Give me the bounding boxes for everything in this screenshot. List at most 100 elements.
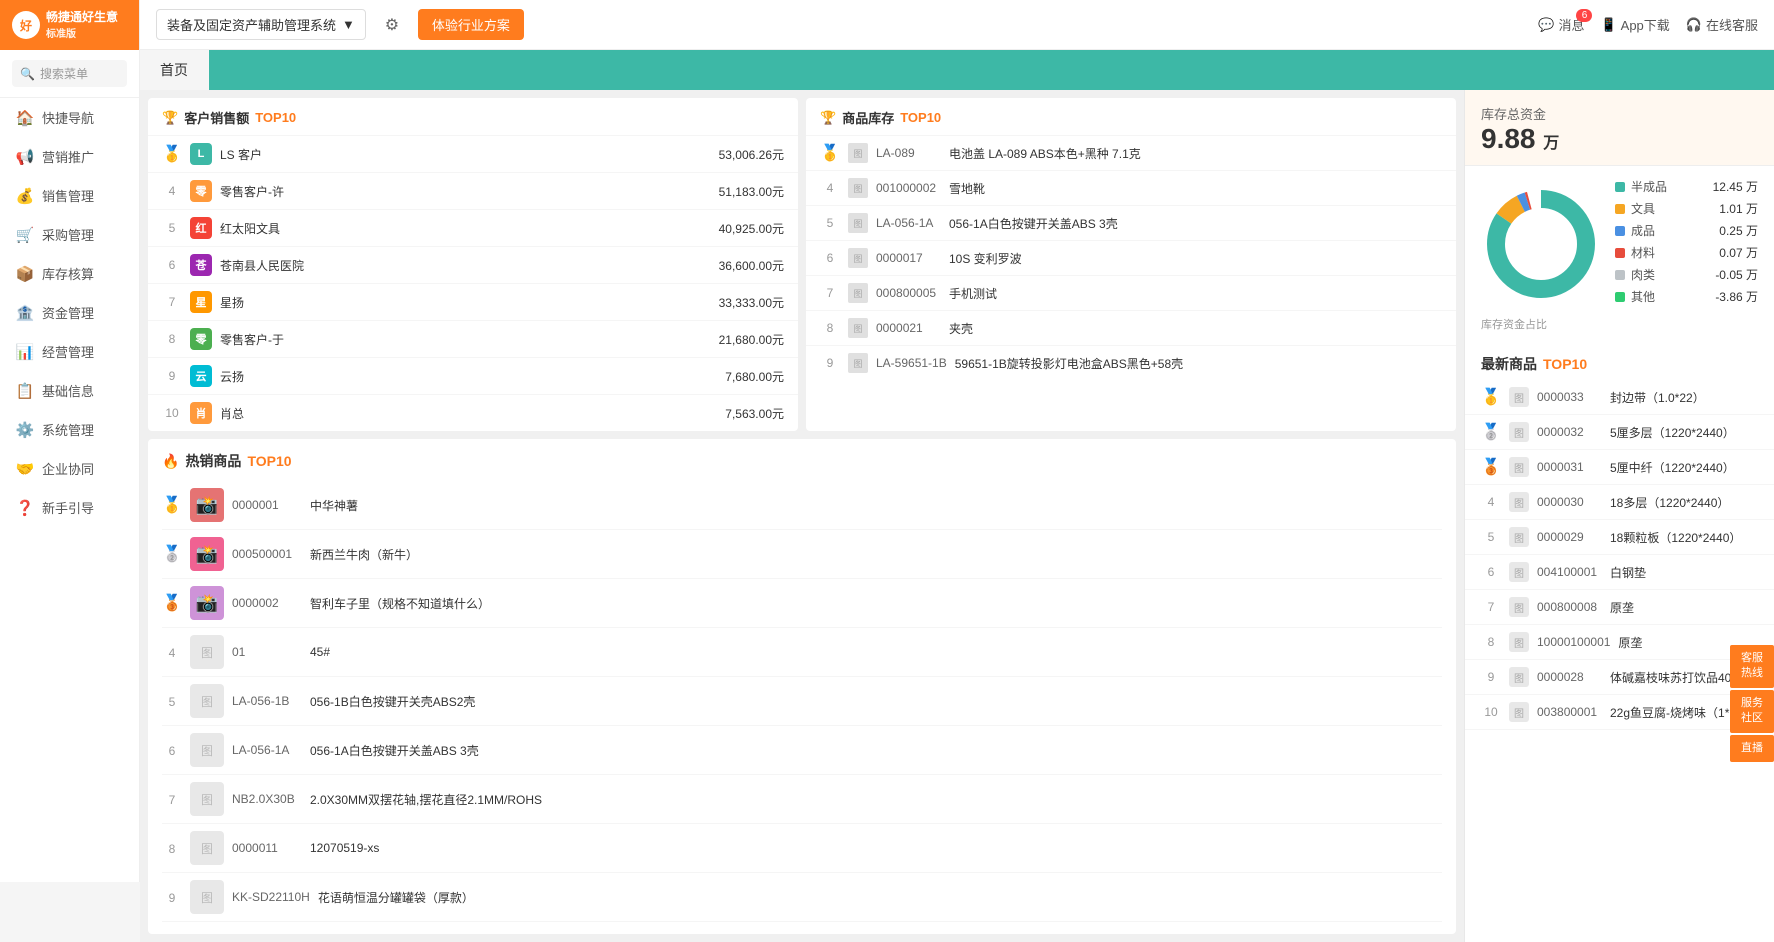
table-row: 7 星 星扬 33,333.00元 xyxy=(148,283,798,320)
inventory-amount-number: 9.88 xyxy=(1481,123,1536,154)
list-item: 🥈 📸 000500001 新西兰牛肉（新牛） xyxy=(162,530,1442,579)
customer-rows: 🥇 L LS 客户 53,006.26元 4 零 零售客户-许 51,183.0… xyxy=(148,135,798,431)
new-products-section: 最新商品 TOP10 🥇 图 0000033 封边带（1.0*22） 🥈 图 0… xyxy=(1465,344,1774,730)
table-row: 🥇 图 LA-089 电池盖 LA-089 ABS本色+黑种 7.1克 xyxy=(806,135,1456,170)
sidebar-item-finance-label: 资金管理 xyxy=(42,303,94,322)
legend-value: -3.86 万 xyxy=(1715,288,1758,305)
live-btn[interactable]: 直播 xyxy=(1730,735,1774,762)
table-row: 5 图 LA-056-1A 056-1A白色按键开关盖ABS 3壳 xyxy=(806,205,1456,240)
sidebar-search-area[interactable]: 🔍 搜索菜单 xyxy=(0,50,139,98)
sidebar-item-purchase[interactable]: 🛒 采购管理 xyxy=(0,215,139,254)
new-product-code: 10000100001 xyxy=(1537,635,1610,649)
new-product-name: 封边带（1.0*22） xyxy=(1610,389,1758,406)
new-products-label: 最新商品 xyxy=(1481,354,1537,374)
sidebar-item-guide[interactable]: ❓ 新手引导 xyxy=(0,488,139,527)
legend-name: 其他 xyxy=(1631,288,1709,305)
message-icon: 💬 xyxy=(1538,17,1554,33)
new-products-title: 最新商品 TOP10 xyxy=(1465,344,1774,380)
search-menu-btn[interactable]: 🔍 搜索菜单 xyxy=(12,60,127,87)
legend-color xyxy=(1615,182,1625,192)
new-product-name: 5厘多层（1220*2440） xyxy=(1610,424,1758,441)
product-img-placeholder: 图 xyxy=(848,353,868,373)
list-item: 8 图 0000011 12070519-xs xyxy=(162,824,1442,873)
rank-indicator: 5 xyxy=(162,694,182,709)
customer-value: 21,680.00元 xyxy=(719,331,784,348)
legend-item: 半成品 12.45 万 xyxy=(1615,178,1758,195)
legend-color xyxy=(1615,204,1625,214)
product-img-placeholder: 图 xyxy=(848,248,868,268)
new-product-code: 0000031 xyxy=(1537,460,1602,474)
app-download-button[interactable]: 📱 App下载 xyxy=(1600,15,1669,34)
online-service-button[interactable]: 🎧 在线客服 xyxy=(1686,15,1758,34)
hot-products-title: 🔥 热销商品 TOP10 xyxy=(162,451,1442,471)
finance-icon: 🏦 xyxy=(16,304,34,322)
customer-top10-title: 🏆 客户销售额 TOP10 xyxy=(148,98,798,135)
list-item: 9 图 0000028 体碱嘉枝味苏打饮品400毫升（1*15） xyxy=(1465,660,1774,695)
customer-value: 36,600.00元 xyxy=(719,257,784,274)
legend-item: 文具 1.01 万 xyxy=(1615,200,1758,217)
product-name: 新西兰牛肉（新牛） xyxy=(310,546,1442,563)
service-community-btn[interactable]: 服务社区 xyxy=(1730,690,1774,733)
sidebar-item-quick-nav[interactable]: 🏠 快捷导航 xyxy=(0,98,139,137)
messages-button[interactable]: 💬 消息 6 xyxy=(1538,15,1584,34)
legend-name: 肉类 xyxy=(1631,266,1709,283)
header-actions: 💬 消息 6 📱 App下载 🎧 在线客服 xyxy=(1538,15,1758,34)
rank-indicator: 9 xyxy=(162,369,182,383)
list-item: 🥉 图 0000031 5厘中纤（1220*2440） xyxy=(1465,450,1774,485)
sidebar-item-basic-info[interactable]: 📋 基础信息 xyxy=(0,371,139,410)
table-row: 4 零 零售客户-许 51,183.00元 xyxy=(148,172,798,209)
list-item: 8 图 10000100001 原垄 xyxy=(1465,625,1774,660)
legend-color xyxy=(1615,248,1625,258)
customer-name: 零售客户-许 xyxy=(220,183,711,200)
settings-button[interactable]: ⚙ xyxy=(376,9,408,41)
sidebar-item-marketing[interactable]: 📢 营销推广 xyxy=(0,137,139,176)
product-img-placeholder: 图 xyxy=(848,283,868,303)
product-name: 雪地靴 xyxy=(949,180,1442,197)
new-product-code: 0000028 xyxy=(1537,670,1602,684)
product-thumbnail: 📸 xyxy=(190,586,224,620)
sidebar-item-sales[interactable]: 💰 销售管理 xyxy=(0,176,139,215)
product-img-placeholder: 图 xyxy=(848,143,868,163)
product-name: 056-1A白色按键开关盖ABS 3壳 xyxy=(949,215,1442,232)
product-name: 手机测试 xyxy=(949,285,1442,302)
rank-indicator: 8 xyxy=(162,332,182,346)
new-product-thumbnail: 图 xyxy=(1509,422,1529,442)
trial-button[interactable]: 体验行业方案 xyxy=(418,9,524,40)
customer-top10-card: 🏆 客户销售额 TOP10 🥇 L LS 客户 53,006.26元 4 零 零… xyxy=(148,98,798,431)
list-item: 🥉 📸 0000002 智利车子里（规格不知道填什么） xyxy=(162,579,1442,628)
donut-chart xyxy=(1481,184,1601,304)
customer-name: LS 客户 xyxy=(220,146,711,163)
sidebar-item-quick-nav-label: 快捷导航 xyxy=(42,108,94,127)
customer-value: 33,333.00元 xyxy=(719,294,784,311)
logo-subtitle: 标准版 xyxy=(46,25,118,40)
sidebar-item-operations[interactable]: 📊 经营管理 xyxy=(0,332,139,371)
sidebar-item-basic-info-label: 基础信息 xyxy=(42,381,94,400)
customer-value: 53,006.26元 xyxy=(719,146,784,163)
rank-indicator: 🥇 xyxy=(1481,387,1501,407)
sidebar-item-cooperation[interactable]: 🤝 企业协同 xyxy=(0,449,139,488)
legend-value: 1.01 万 xyxy=(1719,200,1758,217)
customer-value: 40,925.00元 xyxy=(719,220,784,237)
new-product-name: 18多层（1220*2440） xyxy=(1610,494,1758,511)
customer-service-btn[interactable]: 客服热线 xyxy=(1730,645,1774,688)
sidebar-item-finance[interactable]: 🏦 资金管理 xyxy=(0,293,139,332)
legend-color xyxy=(1615,292,1625,302)
tab-home[interactable]: 首页 xyxy=(140,50,209,90)
legend-name: 材料 xyxy=(1631,244,1713,261)
sidebar-item-inventory[interactable]: 📦 库存核算 xyxy=(0,254,139,293)
guide-icon: ❓ xyxy=(16,499,34,517)
table-row: 8 图 0000021 夹壳 xyxy=(806,310,1456,345)
product-img-placeholder: 图 xyxy=(848,318,868,338)
legend-name: 半成品 xyxy=(1631,178,1707,195)
inventory-top10-badge: TOP10 xyxy=(900,110,941,125)
list-item: 🥇 图 0000033 封边带（1.0*22） xyxy=(1465,380,1774,415)
customer-avatar: 肖 xyxy=(190,402,212,424)
new-product-code: 000800008 xyxy=(1537,600,1602,614)
list-item: 5 图 LA-056-1B 056-1B白色按键开关壳ABS2壳 xyxy=(162,677,1442,726)
sidebar-item-guide-label: 新手引导 xyxy=(42,498,94,517)
sidebar-item-system[interactable]: ⚙️ 系统管理 xyxy=(0,410,139,449)
system-select[interactable]: 装备及固定资产辅助管理系统 ▼ xyxy=(156,9,366,40)
rank-indicator: 🥉 xyxy=(1481,457,1501,477)
inventory-amount-value: 9.88 万 xyxy=(1481,123,1559,154)
legend-name: 成品 xyxy=(1631,222,1713,239)
